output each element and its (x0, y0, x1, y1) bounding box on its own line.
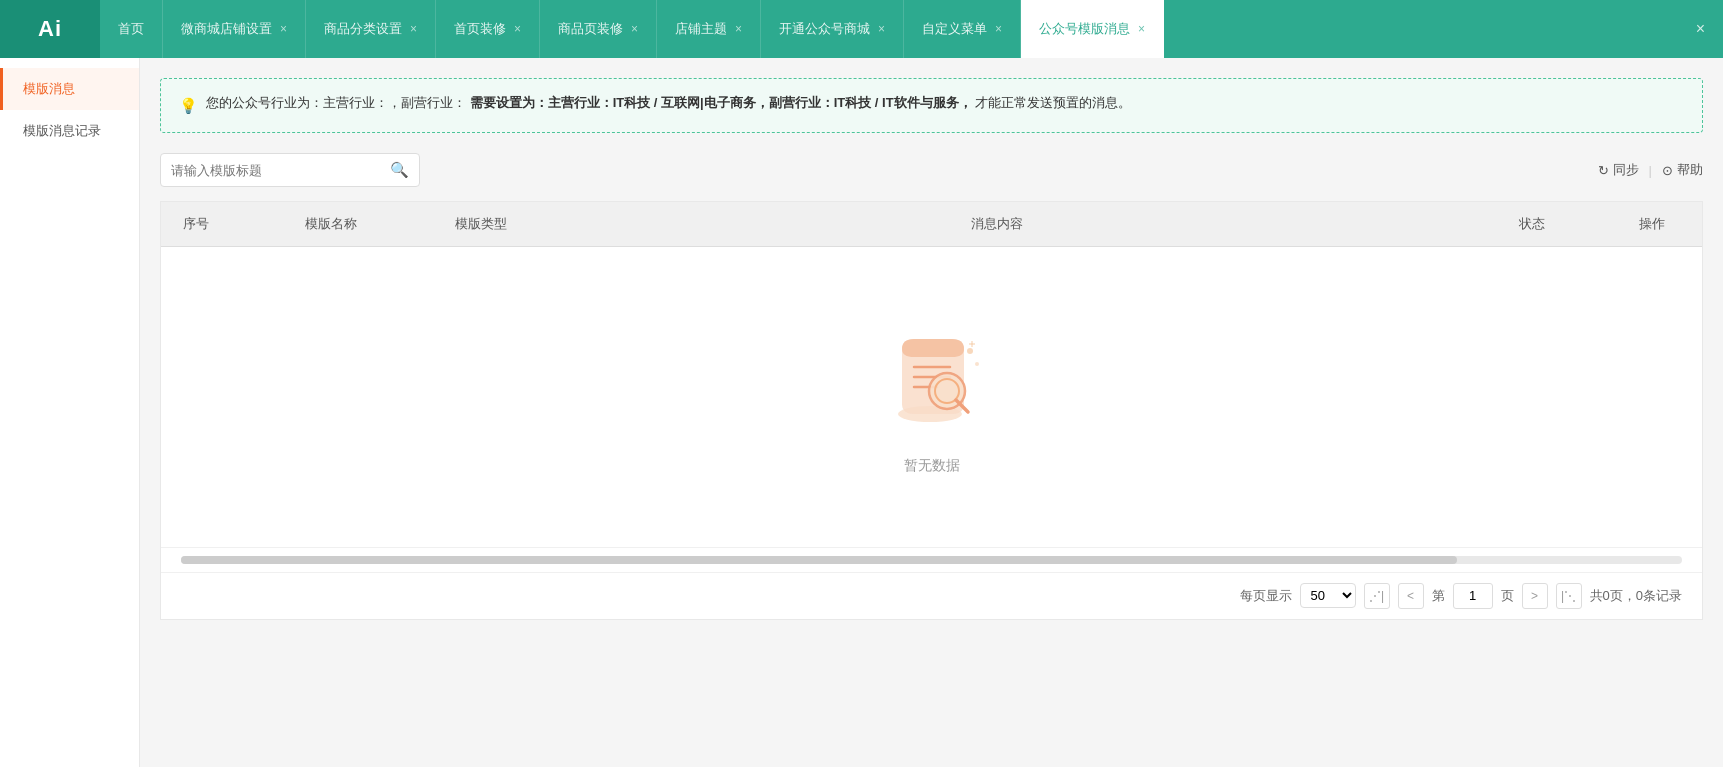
first-page-button[interactable]: ⋰| (1364, 583, 1390, 609)
page-number-input[interactable] (1453, 583, 1493, 609)
data-table: 序号 模版名称 模版类型 消息内容 状态 (161, 202, 1702, 548)
page-size-label: 每页显示 (1240, 587, 1292, 605)
empty-row: 暂无数据 (161, 246, 1702, 547)
notice-text: 您的公众号行业为：主营行业：，副营行业： 需要设置为：主营行业：IT科技 / 互… (206, 93, 1131, 114)
col-status: 状态 (1462, 202, 1602, 246)
toolbar-right: ↻ 同步 | ⊙ 帮助 (1598, 161, 1703, 179)
notice-icon: 💡 (179, 94, 198, 118)
toolbar-divider: | (1649, 163, 1652, 178)
help-button[interactable]: ⊙ 帮助 (1662, 161, 1703, 179)
page-size-select[interactable]: 50 10 20 100 (1300, 583, 1356, 608)
table-body: 暂无数据 (161, 246, 1702, 547)
empty-cell: 暂无数据 (161, 246, 1702, 547)
total-label: 共0页，0条记录 (1590, 587, 1682, 605)
col-index: 序号 (161, 202, 231, 246)
sidebar-item-template-msg[interactable]: 模版消息 (0, 68, 139, 110)
main-layout: 模版消息 模版消息记录 💡 您的公众号行业为：主营行业：，副营行业： 需要设置为… (0, 58, 1723, 767)
search-input[interactable] (171, 163, 384, 178)
scrollbar-thumb (181, 556, 1457, 564)
close-tab-theme[interactable]: × (735, 23, 742, 35)
col-content: 消息内容 (531, 202, 1462, 246)
close-tab-template[interactable]: × (1138, 23, 1145, 35)
sidebar: 模版消息 模版消息记录 (0, 58, 140, 767)
col-type: 模版类型 (431, 202, 531, 246)
content-area: 💡 您的公众号行业为：主营行业：，副营行业： 需要设置为：主营行业：IT科技 /… (140, 58, 1723, 767)
svg-point-8 (975, 362, 979, 366)
table-container: 序号 模版名称 模版类型 消息内容 状态 (160, 201, 1703, 620)
close-tab-category[interactable]: × (410, 23, 417, 35)
close-tab-weishop[interactable]: × (280, 23, 287, 35)
tab-category[interactable]: 商品分类设置 × (306, 0, 436, 58)
tab-homepage[interactable]: 首页装修 × (436, 0, 540, 58)
di-label: 第 (1432, 587, 1445, 605)
close-tab-mall[interactable]: × (878, 23, 885, 35)
page-label: 页 (1501, 587, 1514, 605)
empty-state: 暂无数据 (173, 259, 1690, 535)
close-all-button[interactable]: × (1678, 0, 1723, 58)
notice-box: 💡 您的公众号行业为：主营行业：，副营行业： 需要设置为：主营行业：IT科技 /… (160, 78, 1703, 133)
empty-illustration (872, 319, 992, 439)
tab-mall[interactable]: 开通公众号商城 × (761, 0, 904, 58)
close-tab-menu[interactable]: × (995, 23, 1002, 35)
search-row: 🔍 ↻ 同步 | ⊙ 帮助 (160, 153, 1703, 187)
tab-product[interactable]: 商品页装修 × (540, 0, 657, 58)
next-page-button[interactable]: > (1522, 583, 1548, 609)
tab-menu[interactable]: 自定义菜单 × (904, 0, 1021, 58)
brand-logo: Ai (0, 0, 100, 58)
search-icon[interactable]: 🔍 (390, 161, 409, 179)
prev-page-button[interactable]: < (1398, 583, 1424, 609)
sync-button[interactable]: ↻ 同步 (1598, 161, 1639, 179)
col-action: 操作 (1602, 202, 1702, 246)
tab-theme[interactable]: 店铺主题 × (657, 0, 761, 58)
empty-icon-wrap (872, 319, 992, 439)
sidebar-item-template-record[interactable]: 模版消息记录 (0, 110, 139, 152)
last-page-button[interactable]: |⋱ (1556, 583, 1582, 609)
tab-template[interactable]: 公众号模版消息 × (1021, 0, 1164, 58)
search-input-wrap[interactable]: 🔍 (160, 153, 420, 187)
close-tab-homepage[interactable]: × (514, 23, 521, 35)
empty-text: 暂无数据 (904, 457, 960, 475)
tab-home[interactable]: 首页 (100, 0, 163, 58)
close-tab-product[interactable]: × (631, 23, 638, 35)
help-icon: ⊙ (1662, 163, 1673, 178)
scrollbar-row (161, 548, 1702, 572)
col-name: 模版名称 (231, 202, 431, 246)
table-header: 序号 模版名称 模版类型 消息内容 状态 (161, 202, 1702, 246)
pagination-bar: 每页显示 50 10 20 100 ⋰| < 第 页 > |⋱ 共0页，0条记录 (161, 572, 1702, 619)
fake-scrollbar[interactable] (181, 556, 1682, 564)
sync-icon: ↻ (1598, 163, 1609, 178)
svg-point-7 (967, 348, 973, 354)
tab-weishop[interactable]: 微商城店铺设置 × (163, 0, 306, 58)
topbar: Ai 首页 微商城店铺设置 × 商品分类设置 × 首页装修 × 商品页装修 × … (0, 0, 1723, 58)
